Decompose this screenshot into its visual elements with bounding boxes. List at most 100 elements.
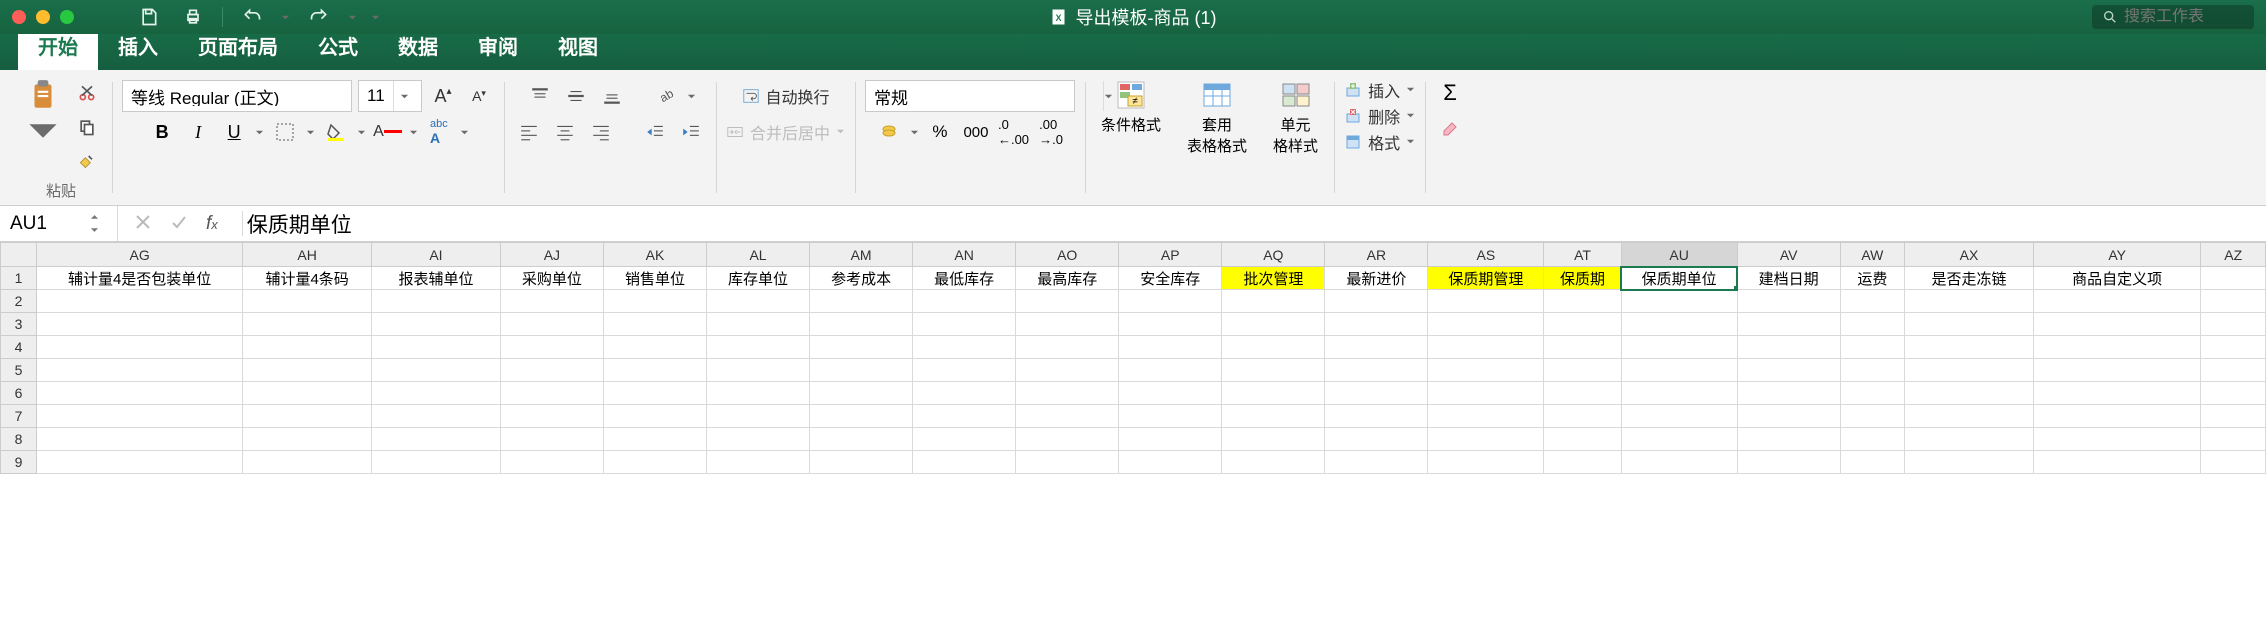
column-header[interactable]: AW xyxy=(1840,243,1904,267)
cell[interactable] xyxy=(372,336,501,359)
column-header[interactable]: AG xyxy=(37,243,243,267)
borders-icon[interactable] xyxy=(270,117,300,147)
cell[interactable]: 保质期单位 xyxy=(1621,267,1737,290)
cell[interactable] xyxy=(1325,359,1428,382)
cell[interactable] xyxy=(1325,382,1428,405)
chevron-down-icon[interactable] xyxy=(393,81,415,111)
cell[interactable] xyxy=(1905,336,2034,359)
cell[interactable] xyxy=(2201,428,2266,451)
cell[interactable] xyxy=(810,382,913,405)
cell[interactable] xyxy=(1905,290,2034,313)
cell[interactable] xyxy=(2201,336,2266,359)
cell[interactable] xyxy=(1544,336,1621,359)
cell[interactable] xyxy=(500,451,603,474)
cell[interactable]: 报表辅单位 xyxy=(372,267,501,290)
cell[interactable] xyxy=(37,451,243,474)
cell[interactable] xyxy=(37,405,243,428)
cell[interactable] xyxy=(913,290,1016,313)
cell[interactable] xyxy=(243,451,372,474)
cell[interactable] xyxy=(1016,451,1119,474)
cell[interactable] xyxy=(1737,336,1840,359)
column-header[interactable]: AM xyxy=(810,243,913,267)
cell[interactable]: 保质期管理 xyxy=(1428,267,1544,290)
insert-cells-button[interactable]: 插入 xyxy=(1344,78,1415,102)
increase-font-icon[interactable]: A▴ xyxy=(428,81,458,111)
cell[interactable] xyxy=(810,359,913,382)
cell[interactable] xyxy=(913,313,1016,336)
cell[interactable] xyxy=(1621,428,1737,451)
search-box[interactable] xyxy=(2092,5,2254,29)
column-header[interactable]: AV xyxy=(1737,243,1840,267)
cell[interactable] xyxy=(2201,451,2266,474)
row-header[interactable]: 6 xyxy=(1,382,37,405)
chevron-down-icon[interactable] xyxy=(1406,133,1415,151)
cell[interactable] xyxy=(1119,382,1222,405)
delete-cells-button[interactable]: 删除 xyxy=(1344,104,1415,128)
font-color-icon[interactable]: A xyxy=(372,117,403,147)
cell[interactable] xyxy=(243,359,372,382)
column-header[interactable]: AY xyxy=(2033,243,2200,267)
cell[interactable] xyxy=(1428,428,1544,451)
cell[interactable] xyxy=(1428,313,1544,336)
cell[interactable] xyxy=(706,290,809,313)
cell[interactable] xyxy=(1544,290,1621,313)
cell[interactable]: 安全库存 xyxy=(1119,267,1222,290)
column-header[interactable]: AZ xyxy=(2201,243,2266,267)
cell[interactable] xyxy=(1222,451,1325,474)
cell[interactable] xyxy=(1544,359,1621,382)
underline-icon[interactable]: U xyxy=(219,117,249,147)
cell[interactable] xyxy=(2033,382,2200,405)
number-format-combo[interactable] xyxy=(865,80,1075,112)
cell[interactable] xyxy=(1544,313,1621,336)
qat-customize-icon[interactable] xyxy=(371,9,380,25)
cell[interactable] xyxy=(1016,290,1119,313)
paste-button[interactable] xyxy=(20,78,66,151)
cell[interactable] xyxy=(2033,336,2200,359)
column-header[interactable]: AU xyxy=(1621,243,1737,267)
cell[interactable] xyxy=(243,290,372,313)
cell[interactable] xyxy=(1840,382,1904,405)
decrease-indent-icon[interactable] xyxy=(640,117,670,147)
cell[interactable] xyxy=(1222,382,1325,405)
cell[interactable] xyxy=(1544,405,1621,428)
cell[interactable] xyxy=(810,336,913,359)
cell[interactable] xyxy=(706,405,809,428)
align-bottom-icon[interactable] xyxy=(597,81,627,111)
cell[interactable] xyxy=(603,290,706,313)
cell[interactable] xyxy=(1119,290,1222,313)
cell[interactable] xyxy=(603,451,706,474)
phonetic-icon[interactable]: abcA xyxy=(424,117,454,147)
italic-icon[interactable]: I xyxy=(183,117,213,147)
cell[interactable] xyxy=(706,451,809,474)
cell[interactable] xyxy=(2033,428,2200,451)
cell[interactable] xyxy=(2201,290,2266,313)
cell[interactable] xyxy=(1905,405,2034,428)
cell[interactable] xyxy=(1119,428,1222,451)
redo-icon[interactable] xyxy=(304,2,334,32)
cell[interactable] xyxy=(1325,451,1428,474)
maximize-window-icon[interactable] xyxy=(60,10,74,24)
cell[interactable] xyxy=(913,359,1016,382)
chevron-down-icon[interactable] xyxy=(1406,81,1415,99)
cell[interactable] xyxy=(810,290,913,313)
chevron-down-icon[interactable] xyxy=(357,124,366,140)
cell[interactable] xyxy=(1737,290,1840,313)
cell[interactable]: 辅计量4条码 xyxy=(243,267,372,290)
cell[interactable] xyxy=(603,313,706,336)
cell[interactable] xyxy=(810,451,913,474)
cancel-formula-icon[interactable] xyxy=(134,213,152,234)
fill-color-icon[interactable] xyxy=(321,117,351,147)
cell[interactable] xyxy=(372,382,501,405)
search-input[interactable] xyxy=(2124,8,2244,26)
font-name-combo[interactable] xyxy=(122,80,352,112)
cell[interactable] xyxy=(1737,382,1840,405)
cell[interactable] xyxy=(500,313,603,336)
cell[interactable] xyxy=(372,451,501,474)
table-format-button[interactable]: 套用 表格格式 xyxy=(1181,78,1253,156)
cell[interactable] xyxy=(603,336,706,359)
cell[interactable] xyxy=(1840,313,1904,336)
cell[interactable] xyxy=(1222,428,1325,451)
align-left-icon[interactable] xyxy=(514,117,544,147)
cell[interactable] xyxy=(1621,451,1737,474)
format-painter-icon[interactable] xyxy=(72,146,102,176)
